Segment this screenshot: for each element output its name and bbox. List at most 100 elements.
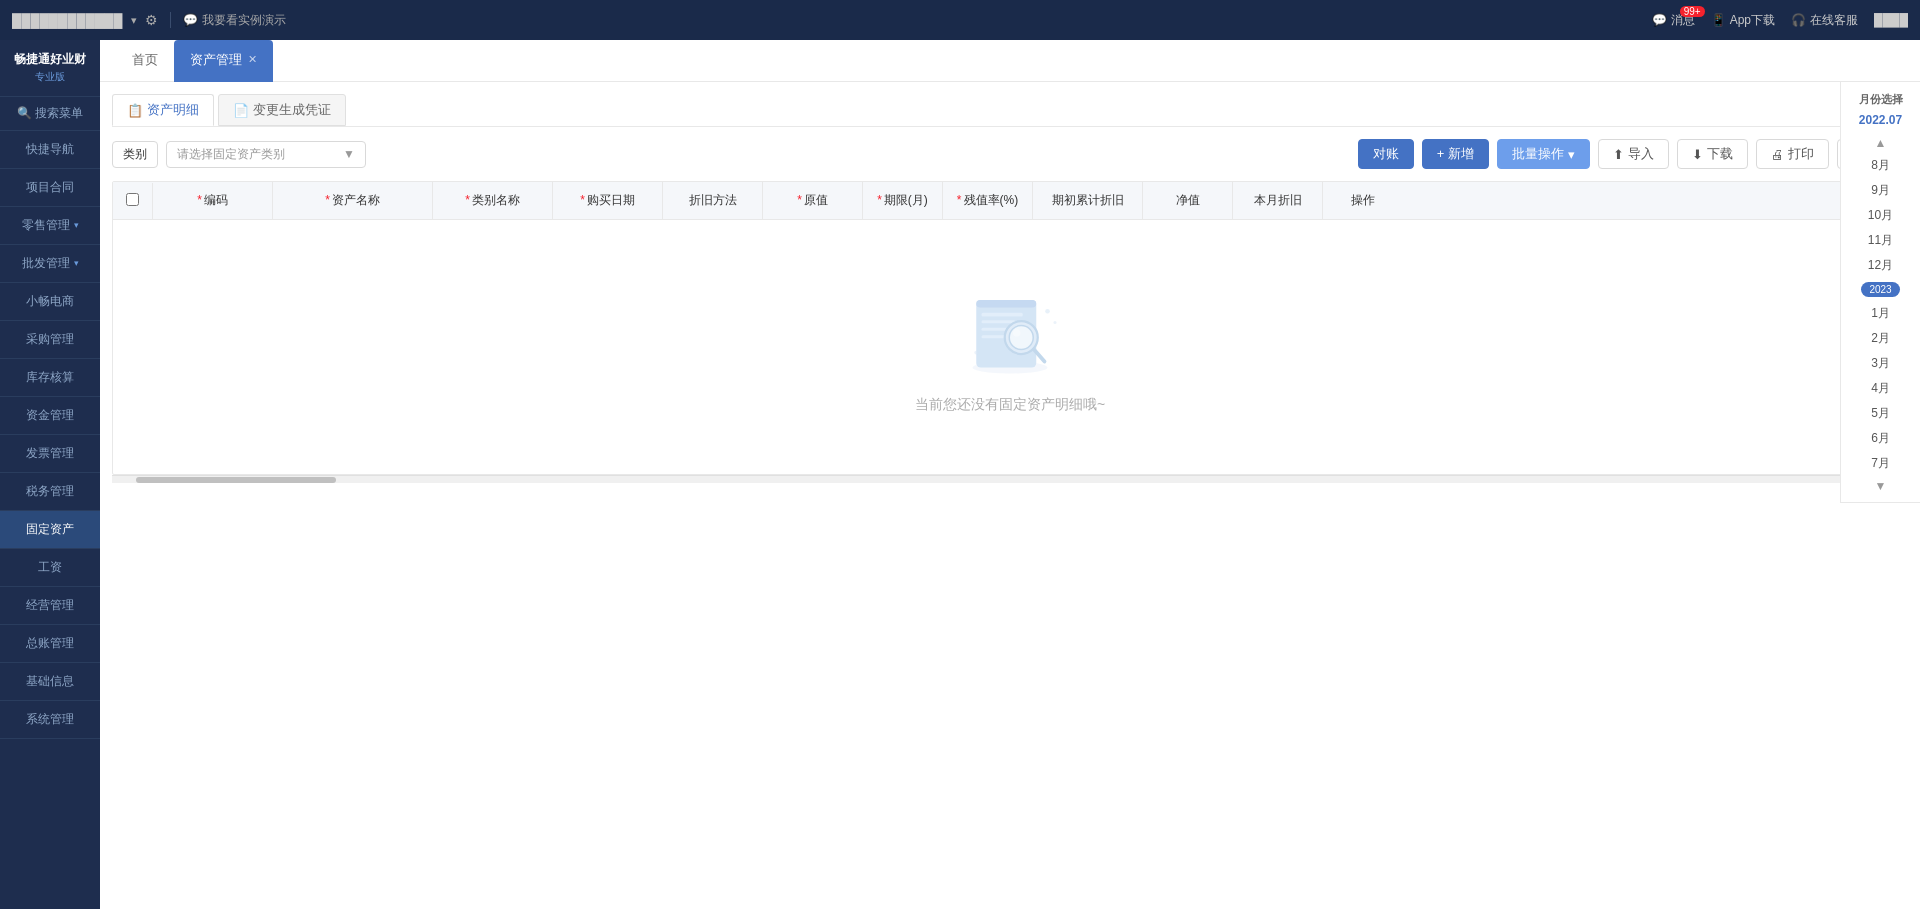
header-date: *购买日期 (553, 182, 663, 219)
empty-illustration (950, 280, 1070, 380)
sidebar-item-basic-info[interactable]: 基础信息 (0, 663, 100, 701)
svg-point-12 (1054, 321, 1057, 324)
app-download-button[interactable]: 📱 App下载 (1711, 12, 1775, 29)
month-nav-down[interactable]: ▼ (1871, 476, 1891, 496)
month-panel-title: 月份选择 (1851, 88, 1911, 111)
page-content: 📋 资产明细 📄 变更生成凭证 类别 请选择固定资产类别 ▼ (100, 82, 1920, 909)
category-filter[interactable]: 类别 (112, 141, 158, 168)
month-item-7[interactable]: 7月 (1849, 451, 1913, 476)
sidebar-item-project-contract[interactable]: 项目合同 (0, 169, 100, 207)
header-code: *编码 (153, 182, 273, 219)
demo-link[interactable]: 💬 我要看实例演示 (183, 12, 286, 29)
sidebar-item-invoice[interactable]: 发票管理 (0, 435, 100, 473)
headset-icon: 🎧 (1791, 13, 1806, 27)
subtab-change-voucher[interactable]: 📄 变更生成凭证 (218, 94, 346, 126)
header-method: 折旧方法 (663, 182, 763, 219)
app-title-blur: ████████████ (12, 13, 123, 28)
month-item-6[interactable]: 6月 (1849, 426, 1913, 451)
month-item-3[interactable]: 3月 (1849, 351, 1913, 376)
svg-rect-3 (982, 313, 1023, 317)
subtab-asset-detail[interactable]: 📋 资产明细 (112, 94, 214, 126)
tab-home[interactable]: 首页 (116, 40, 174, 82)
header-monthly-dep: 本月折旧 (1233, 182, 1323, 219)
empty-message: 当前您还没有固定资产明细哦~ (915, 396, 1105, 414)
sidebar-search-menu[interactable]: 🔍 搜索菜单 (0, 97, 100, 131)
category-input[interactable]: 请选择固定资产类别 ▼ (166, 141, 366, 168)
import-button[interactable]: ⬆ 导入 (1598, 139, 1669, 169)
sidebar-item-inventory[interactable]: 库存核算 (0, 359, 100, 397)
year-2023-badge: 2023 (1861, 282, 1899, 297)
phone-icon: 📱 (1711, 13, 1726, 27)
search-icon: 🔍 (17, 106, 32, 120)
top-bar: ████████████ ▾ ⚙ 💬 我要看实例演示 💬 消息 99+ 📱 Ap… (0, 0, 1920, 40)
svg-point-11 (1045, 309, 1050, 314)
header-period: *期限(月) (863, 182, 943, 219)
select-all-checkbox[interactable] (126, 193, 139, 206)
sidebar-item-payroll[interactable]: 工资 (0, 549, 100, 587)
download-button[interactable]: ⬇ 下载 (1677, 139, 1748, 169)
header-residual: *残值率(%) (943, 182, 1033, 219)
empty-state: 当前您还没有固定资产明细哦~ (113, 220, 1907, 474)
svg-point-13 (974, 351, 978, 355)
horizontal-scrollbar[interactable] (112, 475, 1908, 483)
print-icon: 🖨 (1771, 147, 1784, 162)
sidebar-item-system[interactable]: 系统管理 (0, 701, 100, 739)
month-item-2[interactable]: 2月 (1849, 326, 1913, 351)
app-layout: 畅捷通好业财 专业版 🔍 搜索菜单 快捷导航 项目合同 零售管理 ▾ 批发管理 … (0, 40, 1920, 909)
add-button[interactable]: + 新增 (1422, 139, 1489, 169)
asset-table: *编码 *资产名称 *类别名称 *购买日期 折旧方法 (112, 181, 1908, 475)
scroll-thumb[interactable] (136, 477, 336, 483)
header-checkbox[interactable] (113, 183, 153, 219)
content-area: 📋 资产明细 📄 变更生成凭证 类别 请选择固定资产类别 ▼ (100, 82, 1920, 909)
sidebar-item-wholesale[interactable]: 批发管理 ▾ (0, 245, 100, 283)
title-dropdown-icon[interactable]: ▾ (131, 14, 137, 27)
sidebar-item-quick-nav[interactable]: 快捷导航 (0, 131, 100, 169)
svg-point-10 (1013, 329, 1021, 337)
sidebar-item-tax[interactable]: 税务管理 (0, 473, 100, 511)
top-bar-left: ████████████ ▾ ⚙ 💬 我要看实例演示 (12, 12, 286, 29)
sidebar-item-ecommerce[interactable]: 小畅电商 (0, 283, 100, 321)
top-bar-right: 💬 消息 99+ 📱 App下载 🎧 在线客服 ████ (1652, 12, 1908, 29)
month-nav-up[interactable]: ▲ (1871, 133, 1891, 153)
tab-asset-management[interactable]: 资产管理 ✕ (174, 40, 273, 82)
sub-tabs: 📋 资产明细 📄 变更生成凭证 (112, 94, 1908, 127)
header-action: 操作 (1323, 182, 1403, 219)
month-item-5[interactable]: 5月 (1849, 401, 1913, 426)
reconcile-button[interactable]: 对账 (1358, 139, 1414, 169)
settings-icon[interactable]: ⚙ (145, 12, 158, 28)
sidebar-item-fixed-assets[interactable]: 固定资产 (0, 511, 100, 549)
tab-close-icon[interactable]: ✕ (248, 53, 257, 66)
asset-detail-icon: 📋 (127, 103, 143, 118)
month-item-10[interactable]: 10月 (1849, 203, 1913, 228)
sidebar-item-purchase[interactable]: 采购管理 (0, 321, 100, 359)
month-item-12[interactable]: 12月 (1849, 253, 1913, 278)
category-dropdown-icon: ▼ (343, 147, 355, 161)
month-item-1[interactable]: 1月 (1849, 301, 1913, 326)
main-content: 首页 资产管理 ✕ 📋 资产明细 📄 变更生成凭证 (100, 40, 1920, 909)
sidebar-item-finance[interactable]: 资金管理 (0, 397, 100, 435)
sidebar-item-ledger[interactable]: 总账管理 (0, 625, 100, 663)
header-category: *类别名称 (433, 182, 553, 219)
action-buttons: 对账 + 新增 批量操作 ▾ ⬆ 导入 ⬇ 下载 (1358, 139, 1908, 169)
month-selector-panel: 月份选择 2022.07 ▲ 8月 9月 10月 11月 12月 2023 1月… (1840, 82, 1920, 503)
svg-rect-2 (976, 300, 1036, 308)
message-button[interactable]: 💬 消息 99+ (1652, 12, 1695, 29)
header-name: *资产名称 (273, 182, 433, 219)
month-item-9[interactable]: 9月 (1849, 178, 1913, 203)
month-item-11[interactable]: 11月 (1849, 228, 1913, 253)
online-service-button[interactable]: 🎧 在线客服 (1791, 12, 1858, 29)
message-badge: 99+ (1680, 6, 1705, 17)
sidebar-item-retail[interactable]: 零售管理 ▾ (0, 207, 100, 245)
month-item-4[interactable]: 4月 (1849, 376, 1913, 401)
print-button[interactable]: 🖨 打印 (1756, 139, 1829, 169)
message-icon: 💬 (1652, 13, 1667, 27)
batch-button[interactable]: 批量操作 ▾ (1497, 139, 1590, 169)
sidebar-item-operations[interactable]: 经营管理 (0, 587, 100, 625)
user-info[interactable]: ████ (1874, 13, 1908, 27)
import-icon: ⬆ (1613, 147, 1624, 162)
current-year-month[interactable]: 2022.07 (1851, 111, 1910, 133)
quick-nav-label: 快捷导航 (26, 141, 74, 158)
month-item-8[interactable]: 8月 (1849, 153, 1913, 178)
svg-point-8 (1009, 326, 1033, 350)
sidebar: 畅捷通好业财 专业版 🔍 搜索菜单 快捷导航 项目合同 零售管理 ▾ 批发管理 … (0, 40, 100, 909)
